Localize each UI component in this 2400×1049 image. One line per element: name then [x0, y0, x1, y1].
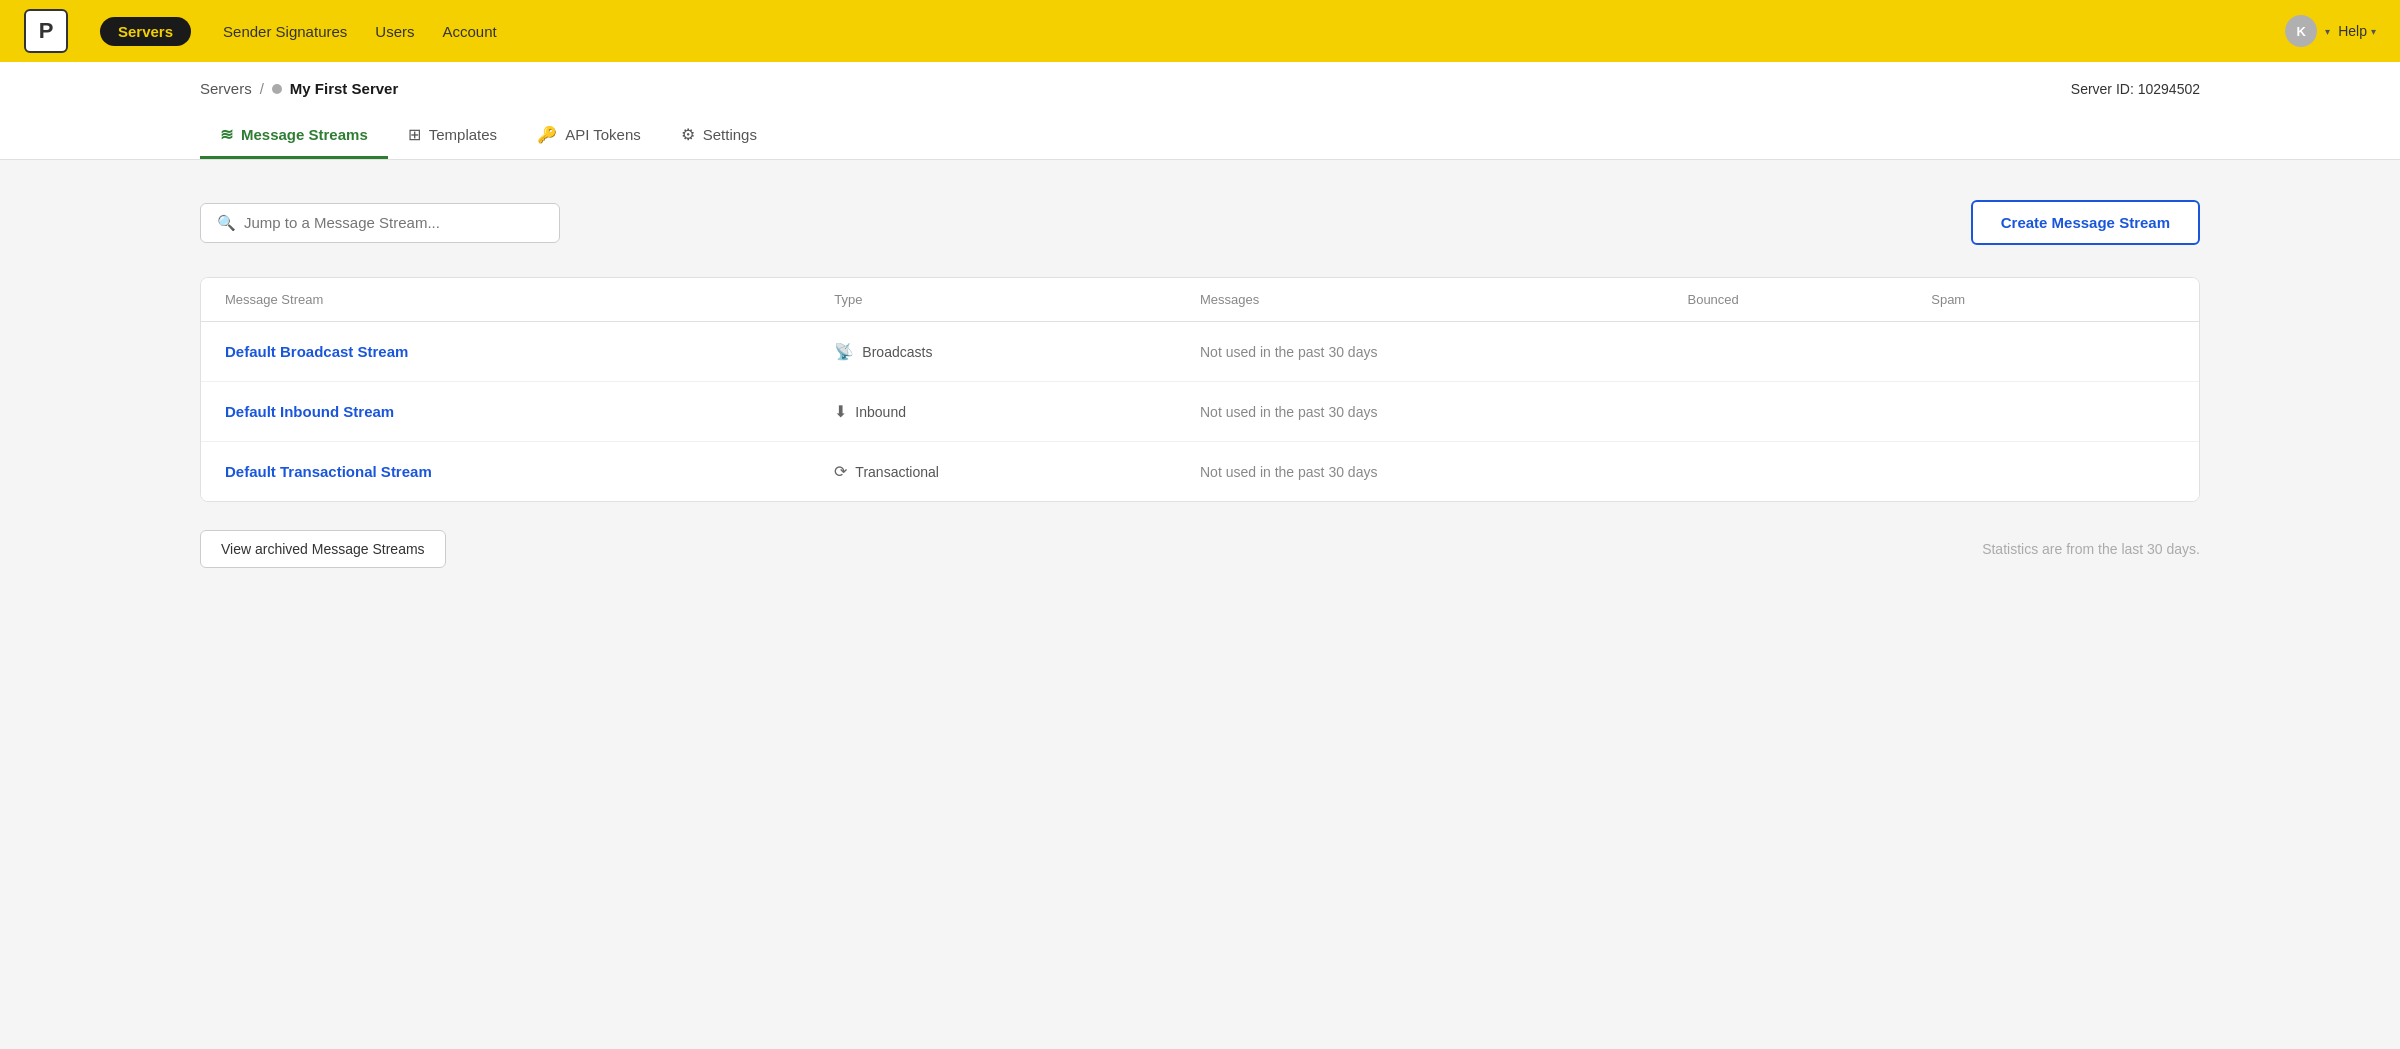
col-header-bounced: Bounced: [1687, 292, 1931, 307]
stream-name-cell: Default Inbound Stream: [225, 403, 834, 421]
breadcrumb-servers-link[interactable]: Servers: [200, 80, 252, 97]
breadcrumb-row: Servers / My First Server Server ID: 102…: [200, 62, 2200, 97]
message-streams-icon: ≋: [220, 125, 233, 144]
users-link[interactable]: Users: [375, 23, 414, 40]
transactional-icon: ⟳: [834, 462, 847, 481]
breadcrumb-separator: /: [260, 80, 264, 97]
user-avatar[interactable]: K: [2285, 15, 2317, 47]
server-id-display: Server ID: 10294502: [2071, 81, 2200, 97]
table-row: Default Inbound Stream ⬇ Inbound Not use…: [201, 382, 2199, 442]
templates-icon: ⊞: [408, 125, 421, 144]
search-input[interactable]: [244, 214, 543, 231]
footer-row: View archived Message Streams Statistics…: [200, 530, 2200, 568]
streams-table: Message Stream Type Messages Bounced Spa…: [200, 277, 2200, 502]
search-box[interactable]: 🔍: [200, 203, 560, 243]
broadcasts-icon: 📡: [834, 342, 854, 361]
inbound-icon: ⬇: [834, 402, 847, 421]
tab-templates[interactable]: ⊞ Templates: [388, 113, 517, 159]
view-archived-button[interactable]: View archived Message Streams: [200, 530, 446, 568]
stream-messages-cell: Not used in the past 30 days: [1200, 404, 1688, 420]
nav-links: Sender Signatures Users Account: [223, 23, 497, 40]
tab-message-streams[interactable]: ≋ Message Streams: [200, 113, 388, 159]
table-row: Default Transactional Stream ⟳ Transacti…: [201, 442, 2199, 501]
postmark-logo[interactable]: P: [24, 9, 68, 53]
tab-settings[interactable]: ⚙ Settings: [661, 113, 777, 159]
col-header-spam: Spam: [1931, 292, 2175, 307]
tabs-row: ≋ Message Streams ⊞ Templates 🔑 API Toke…: [200, 113, 2200, 159]
server-status-dot: [272, 84, 282, 94]
main-content: 🔍 Create Message Stream Message Stream T…: [0, 160, 2400, 608]
servers-nav-item[interactable]: Servers: [100, 17, 191, 46]
top-navigation: P Servers Sender Signatures Users Accoun…: [0, 0, 2400, 62]
sender-signatures-link[interactable]: Sender Signatures: [223, 23, 347, 40]
help-chevron-icon: ▾: [2371, 26, 2376, 37]
table-header: Message Stream Type Messages Bounced Spa…: [201, 278, 2199, 322]
tab-api-tokens[interactable]: 🔑 API Tokens: [517, 113, 661, 159]
stream-name-cell: Default Broadcast Stream: [225, 343, 834, 361]
subheader: Servers / My First Server Server ID: 102…: [0, 62, 2400, 160]
breadcrumb: Servers / My First Server: [200, 80, 398, 97]
stream-type-cell: ⟳ Transactional: [834, 462, 1200, 481]
help-dropdown[interactable]: Help ▾: [2338, 23, 2376, 39]
account-link[interactable]: Account: [442, 23, 496, 40]
table-row: Default Broadcast Stream 📡 Broadcasts No…: [201, 322, 2199, 382]
default-inbound-stream-link[interactable]: Default Inbound Stream: [225, 403, 394, 420]
avatar-chevron-icon[interactable]: ▾: [2325, 26, 2330, 37]
default-broadcast-stream-link[interactable]: Default Broadcast Stream: [225, 343, 408, 360]
nav-right: K ▾ Help ▾: [2285, 15, 2376, 47]
col-header-type: Type: [834, 292, 1200, 307]
col-header-stream: Message Stream: [225, 292, 834, 307]
default-transactional-stream-link[interactable]: Default Transactional Stream: [225, 463, 432, 480]
breadcrumb-server-name: My First Server: [290, 80, 398, 97]
col-header-messages: Messages: [1200, 292, 1688, 307]
search-icon: 🔍: [217, 214, 236, 232]
settings-icon: ⚙: [681, 125, 695, 144]
stream-type-cell: 📡 Broadcasts: [834, 342, 1200, 361]
stream-messages-cell: Not used in the past 30 days: [1200, 464, 1688, 480]
api-tokens-icon: 🔑: [537, 125, 557, 144]
stats-note: Statistics are from the last 30 days.: [1982, 541, 2200, 557]
stream-name-cell: Default Transactional Stream: [225, 463, 834, 481]
stream-messages-cell: Not used in the past 30 days: [1200, 344, 1688, 360]
stream-type-cell: ⬇ Inbound: [834, 402, 1200, 421]
create-message-stream-button[interactable]: Create Message Stream: [1971, 200, 2200, 245]
action-row: 🔍 Create Message Stream: [200, 200, 2200, 245]
